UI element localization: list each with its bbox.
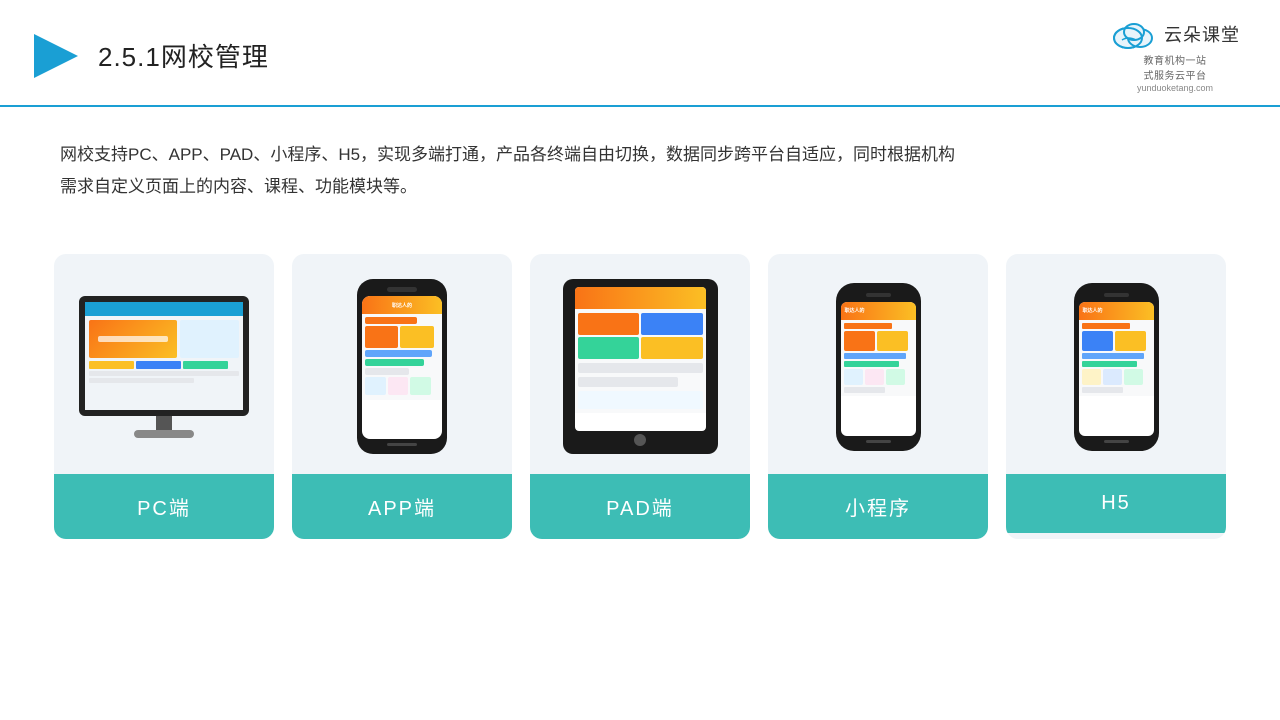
device-cards-section: PC端 职达人的 — [0, 224, 1280, 539]
card-app: 职达人的 — [292, 254, 512, 539]
header-left: 2.5.1网校管理 — [30, 30, 269, 82]
card-pad: PAD端 — [530, 254, 750, 539]
card-miniapp-label: 小程序 — [768, 474, 988, 539]
card-pad-image — [530, 254, 750, 474]
card-miniapp: 职达人的 — [768, 254, 988, 539]
logo-url: yunduoketang.com — [1137, 83, 1213, 93]
page-title: 2.5.1网校管理 — [98, 37, 269, 74]
device-tablet — [563, 279, 718, 454]
card-h5-image: 职达人的 — [1006, 254, 1226, 474]
card-h5-label: H5 — [1006, 474, 1226, 533]
logo-tagline: 教育机构一站式服务云平台 — [1144, 52, 1207, 82]
card-pc-label: PC端 — [54, 474, 274, 539]
card-app-label: APP端 — [292, 474, 512, 539]
logo-area: 云朵课堂 教育机构一站式服务云平台 yunduoketang.com — [1110, 18, 1240, 93]
card-app-image: 职达人的 — [292, 254, 512, 474]
device-pc — [79, 296, 249, 438]
description-section: 网校支持PC、APP、PAD、小程序、H5，实现多端打通，产品各终端自由切换，数… — [0, 107, 1280, 224]
logo-cloud: 云朵课堂 — [1110, 18, 1240, 50]
device-phone-app: 职达人的 — [357, 279, 447, 454]
card-pc: PC端 — [54, 254, 274, 539]
logo-brand: 云朵课堂 — [1164, 21, 1240, 47]
card-h5: 职达人的 — [1006, 254, 1226, 539]
card-pc-image — [54, 254, 274, 474]
device-phone-miniapp: 职达人的 — [836, 283, 921, 451]
cloud-icon — [1110, 18, 1158, 50]
play-icon — [30, 30, 82, 82]
card-miniapp-image: 职达人的 — [768, 254, 988, 474]
description-line2: 需求自定义页面上的内容、课程、功能模块等。 — [60, 177, 417, 196]
device-phone-h5: 职达人的 — [1074, 283, 1159, 451]
page-header: 2.5.1网校管理 云朵课堂 教育机构一站式服务云平台 yunduoketang… — [0, 0, 1280, 107]
card-pad-label: PAD端 — [530, 474, 750, 539]
description-line1: 网校支持PC、APP、PAD、小程序、H5，实现多端打通，产品各终端自由切换，数… — [60, 145, 955, 164]
